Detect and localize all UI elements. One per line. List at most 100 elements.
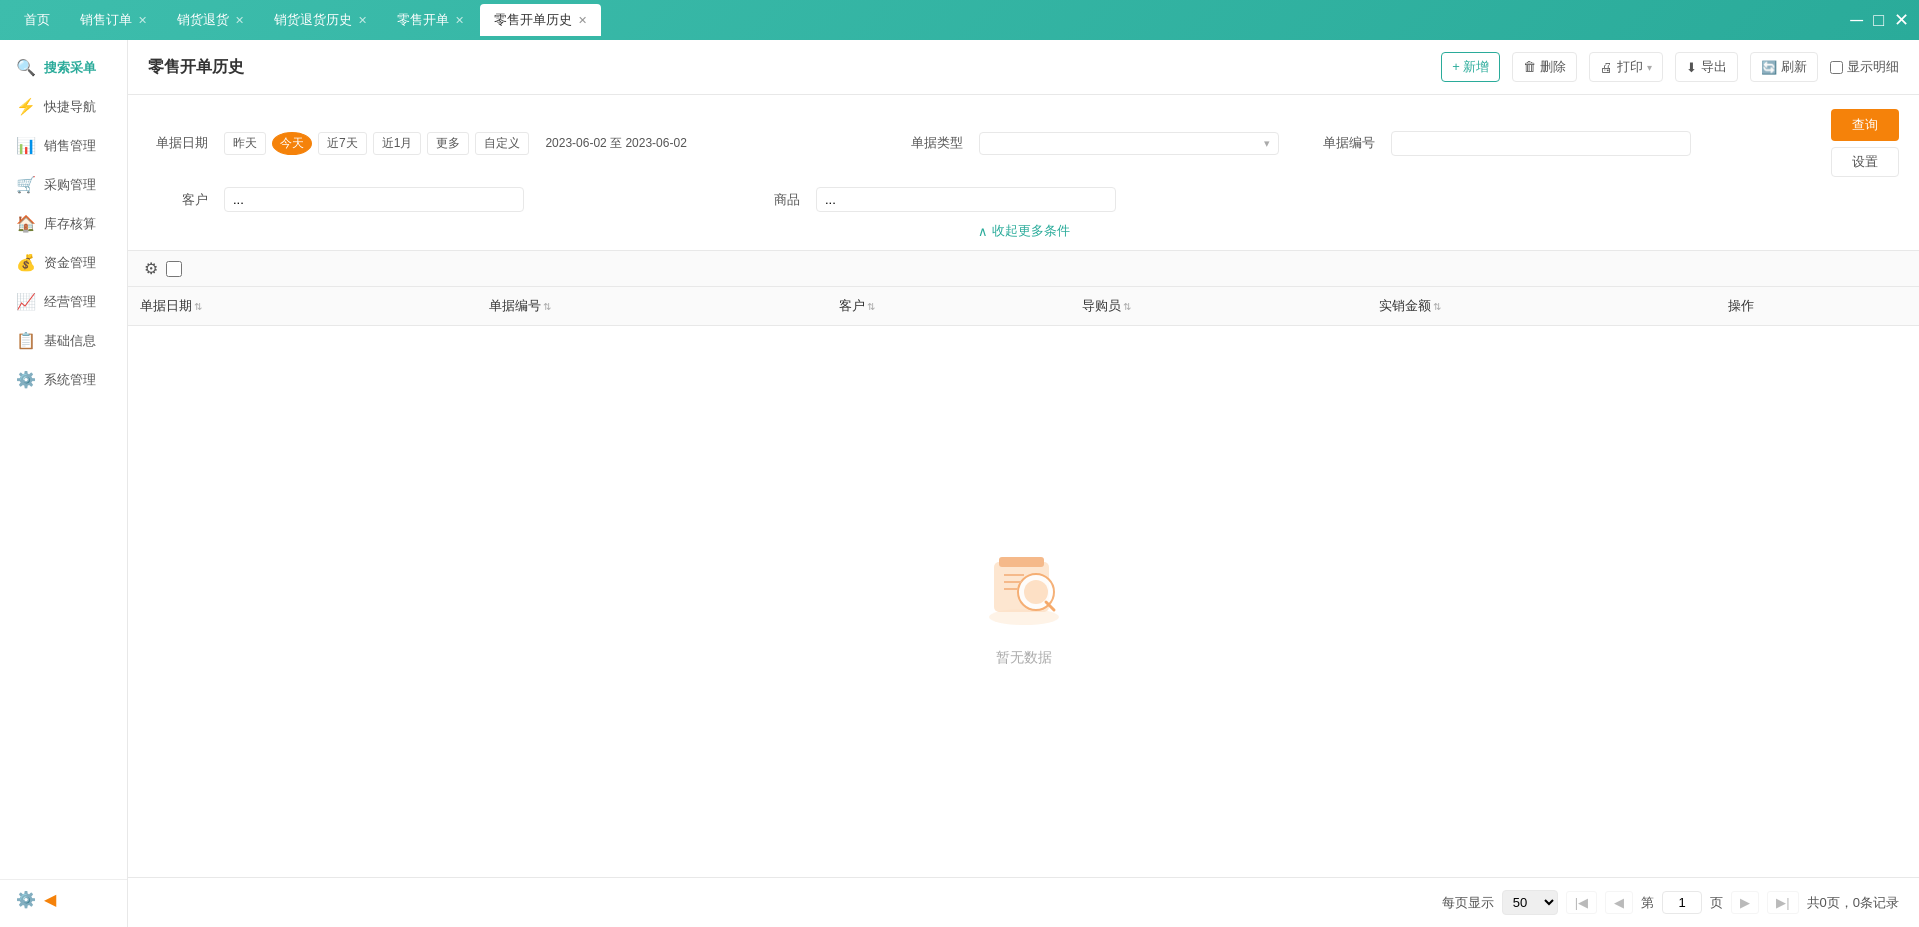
date-btn-近1月[interactable]: 近1月 xyxy=(373,132,422,155)
sidebar-items: 🔍 搜索采单 ⚡快捷导航📊销售管理🛒采购管理🏠库存核算💰资金管理 📈 经营管理 📋基础信息… xyxy=(0,48,127,399)
table-head: 单据日期⇅单据编号⇅客户⇅导购员⇅实销金额⇅操作 xyxy=(128,287,1919,326)
tab-retail-open-history[interactable]: 零售开单历史 ✕ xyxy=(480,4,601,36)
last-page-button[interactable]: ▶| xyxy=(1767,891,1798,914)
window-close-icon[interactable]: ✕ xyxy=(1894,9,1909,31)
display-detail-toggle[interactable]: 显示明细 xyxy=(1830,58,1899,76)
sidebar-icon-operation: 📈 xyxy=(16,292,36,311)
date-range: 2023-06-02 至 2023-06-02 xyxy=(545,135,686,152)
col-label-customer: 客户 xyxy=(839,298,865,313)
svg-point-4 xyxy=(1024,580,1048,604)
tab-close-sales-order[interactable]: ✕ xyxy=(138,14,147,27)
sidebar-item-inventory[interactable]: 🏠库存核算 xyxy=(0,204,127,243)
sidebar-item-search[interactable]: 🔍 搜索采单 xyxy=(0,48,127,87)
tab-home[interactable]: 首页 xyxy=(10,4,64,36)
tab-close-retail-open-history[interactable]: ✕ xyxy=(578,14,587,27)
tab-sales-order[interactable]: 销售订单✕ xyxy=(66,4,161,36)
col-header-no[interactable]: 单据编号⇅ xyxy=(477,287,826,326)
col-label-salesperson: 导购员 xyxy=(1082,298,1121,313)
product-value: ... xyxy=(825,192,836,207)
table-toolbar: ⚙ xyxy=(128,251,1919,287)
date-btn-更多[interactable]: 更多 xyxy=(427,132,469,155)
filter-settings-button[interactable]: 设置 xyxy=(1831,147,1899,177)
next-page-button[interactable]: ▶ xyxy=(1731,891,1759,914)
col-header-amount[interactable]: 实销金额⇅ xyxy=(1367,287,1716,326)
settings-icon[interactable]: ⚙️ xyxy=(16,890,36,909)
total-info: 共0页，0条记录 xyxy=(1807,894,1899,912)
customer-select[interactable]: ... xyxy=(224,187,524,212)
export-icon: ⬇ xyxy=(1686,60,1697,75)
product-select[interactable]: ... xyxy=(816,187,1116,212)
tab-label-sales-return: 销货退货 xyxy=(177,11,229,29)
sort-icon-no: ⇅ xyxy=(543,301,551,312)
date-btn-自定义[interactable]: 自定义 xyxy=(475,132,529,155)
sidebar-label-finance: 资金管理 xyxy=(44,254,96,272)
sidebar-item-system[interactable]: ⚙️系统管理 xyxy=(0,360,127,399)
tab-close-retail-open[interactable]: ✕ xyxy=(455,14,464,27)
empty-state: 暂无数据 xyxy=(128,326,1919,877)
toolbar: + 新增 🗑 删除 🖨 🖨 打印 打印 ▾ ⬇ 导出 🔄 刷新 xyxy=(1441,52,1899,82)
window-min-icon[interactable]: ─ xyxy=(1850,10,1863,31)
filter-row-2: 客户 ... 商品 ... xyxy=(148,187,1899,212)
sidebar-item-basic[interactable]: 📋基础信息 xyxy=(0,321,127,360)
sidebar-icon-quick-nav: ⚡ xyxy=(16,97,36,116)
tab-close-sales-return[interactable]: ✕ xyxy=(235,14,244,27)
sidebar-item-operation[interactable]: 📈 经营管理 xyxy=(0,282,127,321)
collapse-bar[interactable]: ∧ 收起更多条件 xyxy=(148,222,1899,240)
prev-page-button[interactable]: ◀ xyxy=(1605,891,1633,914)
sidebar-icon-sales: 📊 xyxy=(16,136,36,155)
doc-type-select[interactable]: ▾ xyxy=(979,132,1279,155)
sidebar-item-purchase[interactable]: 🛒采购管理 xyxy=(0,165,127,204)
tab-retail-open[interactable]: 零售开单✕ xyxy=(383,4,478,36)
sidebar: 🔍 搜索采单 ⚡快捷导航📊销售管理🛒采购管理🏠库存核算💰资金管理 📈 经营管理 📋基础信息… xyxy=(0,40,128,927)
sidebar-label-operation: 经营管理 xyxy=(44,293,96,311)
add-button[interactable]: + 新增 xyxy=(1441,52,1500,82)
tab-sales-return-history[interactable]: 销货退货历史 ✕ xyxy=(260,4,381,36)
collapse-icon[interactable]: ◀ xyxy=(44,890,56,909)
col-header-salesperson[interactable]: 导购员⇅ xyxy=(1070,287,1366,326)
date-label: 单据日期 xyxy=(148,134,208,152)
doc-type-label: 单据类型 xyxy=(903,134,963,152)
pagination: 每页显示 50 20 100 |◀ ◀ 第 页 ▶ ▶| 共0页，0条记录 xyxy=(128,877,1919,927)
page-header: 零售开单历史 + 新增 🗑 删除 🖨 🖨 打印 打印 ▾ ⬇ 导出 🔄 刷新 xyxy=(128,40,1919,95)
date-btn-今天[interactable]: 今天 xyxy=(272,132,312,155)
date-btn-昨天[interactable]: 昨天 xyxy=(224,132,266,155)
col-header-customer[interactable]: 客户⇅ xyxy=(827,287,1071,326)
sidebar-icon-system: ⚙️ xyxy=(16,370,36,389)
col-label-amount: 实销金额 xyxy=(1379,298,1431,313)
tab-label-sales-return-history: 销货退货历史 xyxy=(274,11,352,29)
select-all-checkbox[interactable] xyxy=(166,261,182,277)
page-number-input[interactable] xyxy=(1662,891,1702,914)
empty-illustration xyxy=(974,537,1074,637)
collapse-label: 收起更多条件 xyxy=(992,222,1070,240)
page-suffix-label: 页 xyxy=(1710,894,1723,912)
delete-button[interactable]: 🗑 删除 xyxy=(1512,52,1577,82)
sidebar-item-finance[interactable]: 💰资金管理 xyxy=(0,243,127,282)
sort-icon-salesperson: ⇅ xyxy=(1123,301,1131,312)
sidebar-icon-purchase: 🛒 xyxy=(16,175,36,194)
col-header-date[interactable]: 单据日期⇅ xyxy=(128,287,477,326)
sidebar-label-basic: 基础信息 xyxy=(44,332,96,350)
date-btn-近7天[interactable]: 近7天 xyxy=(318,132,367,155)
sidebar-icon-search: 🔍 xyxy=(16,58,36,77)
print-icon: 🖨 xyxy=(1600,60,1613,75)
sidebar-item-quick-nav[interactable]: ⚡快捷导航 xyxy=(0,87,127,126)
doc-no-input[interactable] xyxy=(1391,131,1691,156)
sidebar-label-search: 搜索采单 xyxy=(44,59,96,77)
print-button[interactable]: 🖨 🖨 打印 打印 ▾ xyxy=(1589,52,1663,82)
export-button[interactable]: ⬇ 导出 xyxy=(1675,52,1738,82)
tab-close-sales-return-history[interactable]: ✕ xyxy=(358,14,367,27)
sort-icon-customer: ⇅ xyxy=(867,301,875,312)
refresh-button[interactable]: 🔄 刷新 xyxy=(1750,52,1818,82)
col-header-actions: 操作 xyxy=(1716,287,1919,326)
first-page-button[interactable]: |◀ xyxy=(1566,891,1597,914)
table-header-row: 单据日期⇅单据编号⇅客户⇅导购员⇅实销金额⇅操作 xyxy=(128,287,1919,326)
sidebar-item-sales[interactable]: 📊销售管理 xyxy=(0,126,127,165)
window-max-icon[interactable]: □ xyxy=(1873,10,1884,31)
tab-sales-return[interactable]: 销货退货 ✕ xyxy=(163,4,258,36)
tab-label-retail-open-history: 零售开单历史 xyxy=(494,11,572,29)
table-settings-icon[interactable]: ⚙ xyxy=(144,259,158,278)
query-button[interactable]: 查询 xyxy=(1831,109,1899,141)
page-size-select[interactable]: 50 20 100 xyxy=(1502,890,1558,915)
display-detail-checkbox[interactable] xyxy=(1830,61,1843,74)
table-area: ⚙ 单据日期⇅单据编号⇅客户⇅导购员⇅实销金额⇅操作 xyxy=(128,251,1919,877)
